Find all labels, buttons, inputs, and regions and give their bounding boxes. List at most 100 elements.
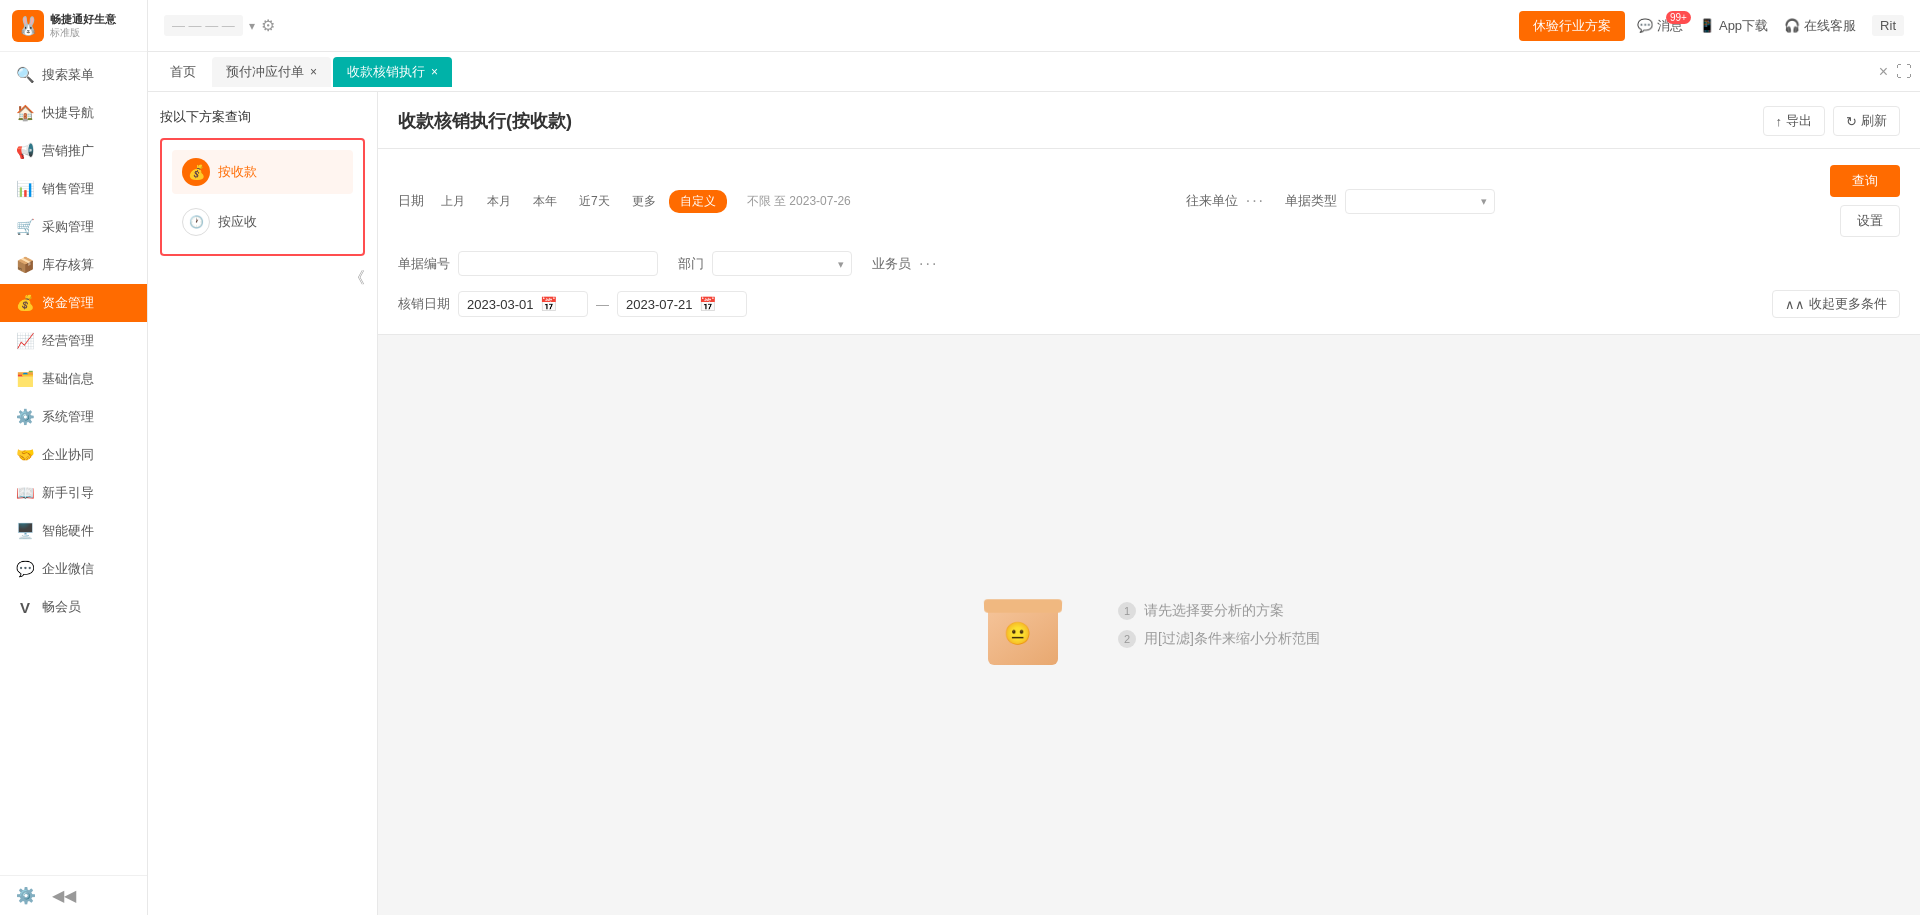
empty-hint-2: 2 用[过滤]条件来缩小分析范围 [1118, 630, 1320, 648]
tab-collection[interactable]: 收款核销执行 × [333, 57, 452, 87]
date-separator: — [596, 297, 609, 312]
settings-button[interactable]: 设置 [1840, 205, 1900, 237]
sidebar-item-wechat[interactable]: 💬 企业微信 [0, 550, 147, 588]
query-button[interactable]: 查询 [1830, 165, 1900, 197]
sidebar-item-system[interactable]: ⚙️ 系统管理 [0, 398, 147, 436]
left-panel-item-by-receipt[interactable]: 💰 按收款 [172, 150, 353, 194]
right-content: 收款核销执行(按收款) ↑ 导出 ↻ 刷新 [378, 92, 1920, 915]
calendar-end-icon[interactable]: 📅 [699, 296, 716, 312]
logo-text: 畅捷通好生意 标准版 [50, 12, 116, 39]
left-panel-title: 按以下方案查询 [160, 104, 365, 130]
date-label: 日期 [398, 192, 424, 210]
date-btn-7days[interactable]: 近7天 [570, 190, 619, 213]
date-btn-more[interactable]: 更多 [623, 190, 665, 213]
counterpart-label: 往来单位 [1186, 192, 1238, 210]
chevron-down-icon[interactable]: ▾ [249, 19, 255, 33]
inventory-icon: 📦 [16, 256, 34, 274]
sidebar-item-collab[interactable]: 🤝 企业协同 [0, 436, 147, 474]
sales-icon: 📊 [16, 180, 34, 198]
wechat-icon: 💬 [16, 560, 34, 578]
date-btn-custom[interactable]: 自定义 [669, 190, 727, 213]
sidebar-item-finance[interactable]: 💰 资金管理 [0, 284, 147, 322]
sidebar-item-vip[interactable]: V 畅会员 [0, 588, 147, 626]
dept-select-wrapper [712, 251, 852, 276]
topbar-right: 💬 消息 99+ 📱 App下载 🎧 在线客服 Rit [1637, 15, 1904, 36]
maximize-icon[interactable]: ⛶ [1896, 63, 1912, 81]
sidebar-item-management[interactable]: 📈 经营管理 [0, 322, 147, 360]
guide-icon: 📖 [16, 484, 34, 502]
topbar-brand-text: — — — — [164, 15, 243, 36]
online-service-button[interactable]: 🎧 在线客服 [1784, 17, 1856, 35]
sidebar-item-hardware[interactable]: 🖥️ 智能硬件 [0, 512, 147, 550]
vip-icon: V [16, 599, 34, 616]
refresh-icon: ↻ [1846, 114, 1857, 129]
chevron-up-icon: ∧∧ [1785, 297, 1805, 312]
sidebar-item-guide[interactable]: 📖 新手引导 [0, 474, 147, 512]
sidebar-nav: 🔍 搜索菜单 🏠 快捷导航 📢 营销推广 📊 销售管理 🛒 采购管理 📦 库存核… [0, 52, 147, 875]
left-panel-item-by-receivable[interactable]: 🕐 按应收 [172, 200, 353, 244]
doc-type-select-wrapper [1345, 189, 1495, 214]
filter-doc-type: 单据类型 [1285, 189, 1495, 214]
search-icon: 🔍 [16, 66, 34, 84]
message-button[interactable]: 💬 消息 99+ [1637, 17, 1683, 35]
basic-icon: 🗂️ [16, 370, 34, 388]
sidebar-item-sales[interactable]: 📊 销售管理 [0, 170, 147, 208]
date-btn-this-year[interactable]: 本年 [524, 190, 566, 213]
sidebar-item-inventory[interactable]: 📦 库存核算 [0, 246, 147, 284]
gear-icon[interactable]: ⚙ [261, 16, 275, 35]
refresh-button[interactable]: ↻ 刷新 [1833, 106, 1900, 136]
system-icon: ⚙️ [16, 408, 34, 426]
filter-row-1: 日期 上月 本月 本年 近7天 更多 自定义 不限 至 2023-07-26 [398, 165, 1900, 237]
date-btn-last-month[interactable]: 上月 [432, 190, 474, 213]
sidebar-item-search[interactable]: 🔍 搜索菜单 [0, 56, 147, 94]
tab-prepay[interactable]: 预付冲应付单 × [212, 57, 331, 87]
logo-area: 🐰 畅捷通好生意 标准版 [0, 0, 147, 52]
page-body: 按以下方案查询 💰 按收款 🕐 按应收 《 收款核销执行(按收款) [148, 92, 1920, 915]
user-menu[interactable]: Rit [1872, 15, 1904, 36]
export-button[interactable]: ↑ 导出 [1763, 106, 1826, 136]
filter-row-3: 核销日期 2023-03-01 📅 — 2023-07-21 📅 [398, 290, 1900, 318]
date-btn-this-month[interactable]: 本月 [478, 190, 520, 213]
sidebar-item-quicknav[interactable]: 🏠 快捷导航 [0, 94, 147, 132]
filter-staff: 业务员 ··· [872, 255, 938, 273]
empty-text: 1 请先选择要分析的方案 2 用[过滤]条件来缩小分析范围 [1118, 602, 1320, 648]
staff-dots[interactable]: ··· [919, 255, 938, 273]
calendar-start-icon[interactable]: 📅 [540, 296, 557, 312]
collapse-more-button[interactable]: ∧∧ 收起更多条件 [1772, 290, 1900, 318]
tab-prepay-close-icon[interactable]: × [310, 65, 317, 79]
settings-footer-icon[interactable]: ⚙️ [16, 886, 36, 905]
finance-icon: 💰 [16, 294, 34, 312]
empty-state: 😐 1 请先选择要分析的方案 2 用[过滤]条件来缩小分析范围 [378, 335, 1920, 915]
counterpart-dots[interactable]: ··· [1246, 192, 1265, 210]
staff-label: 业务员 [872, 255, 911, 273]
empty-illustration: 😐 [978, 575, 1098, 675]
purchase-icon: 🛒 [16, 218, 34, 236]
verify-date-end-input[interactable]: 2023-07-21 📅 [617, 291, 747, 317]
close-window-icon[interactable]: × [1879, 63, 1888, 81]
page-title: 收款核销执行(按收款) [398, 109, 572, 133]
industry-button[interactable]: 休验行业方案 [1519, 11, 1625, 41]
doc-no-label: 单据编号 [398, 255, 450, 273]
left-panel-collapse-icon[interactable]: 《 [349, 268, 365, 289]
dept-select[interactable] [712, 251, 852, 276]
collapse-sidebar-icon[interactable]: ◀◀ [52, 886, 76, 905]
sidebar-item-marketing[interactable]: 📢 营销推广 [0, 132, 147, 170]
verify-date-start-input[interactable]: 2023-03-01 📅 [458, 291, 588, 317]
sidebar-item-purchase[interactable]: 🛒 采购管理 [0, 208, 147, 246]
topbar: — — — — ▾ ⚙ 休验行业方案 💬 消息 99+ 📱 App下载 🎧 在线… [148, 0, 1920, 52]
page-title-row: 收款核销执行(按收款) ↑ 导出 ↻ 刷新 [398, 106, 1900, 136]
tab-home[interactable]: 首页 [156, 57, 210, 87]
tab-collection-close-icon[interactable]: × [431, 65, 438, 79]
receivable-icon: 🕐 [182, 208, 210, 236]
message-icon: 💬 [1637, 18, 1653, 33]
dept-label: 部门 [678, 255, 704, 273]
doc-no-input[interactable] [458, 251, 658, 276]
hardware-icon: 🖥️ [16, 522, 34, 540]
app-download-button[interactable]: 📱 App下载 [1699, 17, 1768, 35]
collapse-more-wrapper: ∧∧ 收起更多条件 [1772, 290, 1900, 318]
doc-type-select[interactable] [1345, 189, 1495, 214]
filter-area: 日期 上月 本月 本年 近7天 更多 自定义 不限 至 2023-07-26 [378, 149, 1920, 335]
sidebar-item-basic[interactable]: 🗂️ 基础信息 [0, 360, 147, 398]
management-icon: 📈 [16, 332, 34, 350]
filter-row-2: 单据编号 部门 业务员 ··· [398, 251, 1900, 276]
